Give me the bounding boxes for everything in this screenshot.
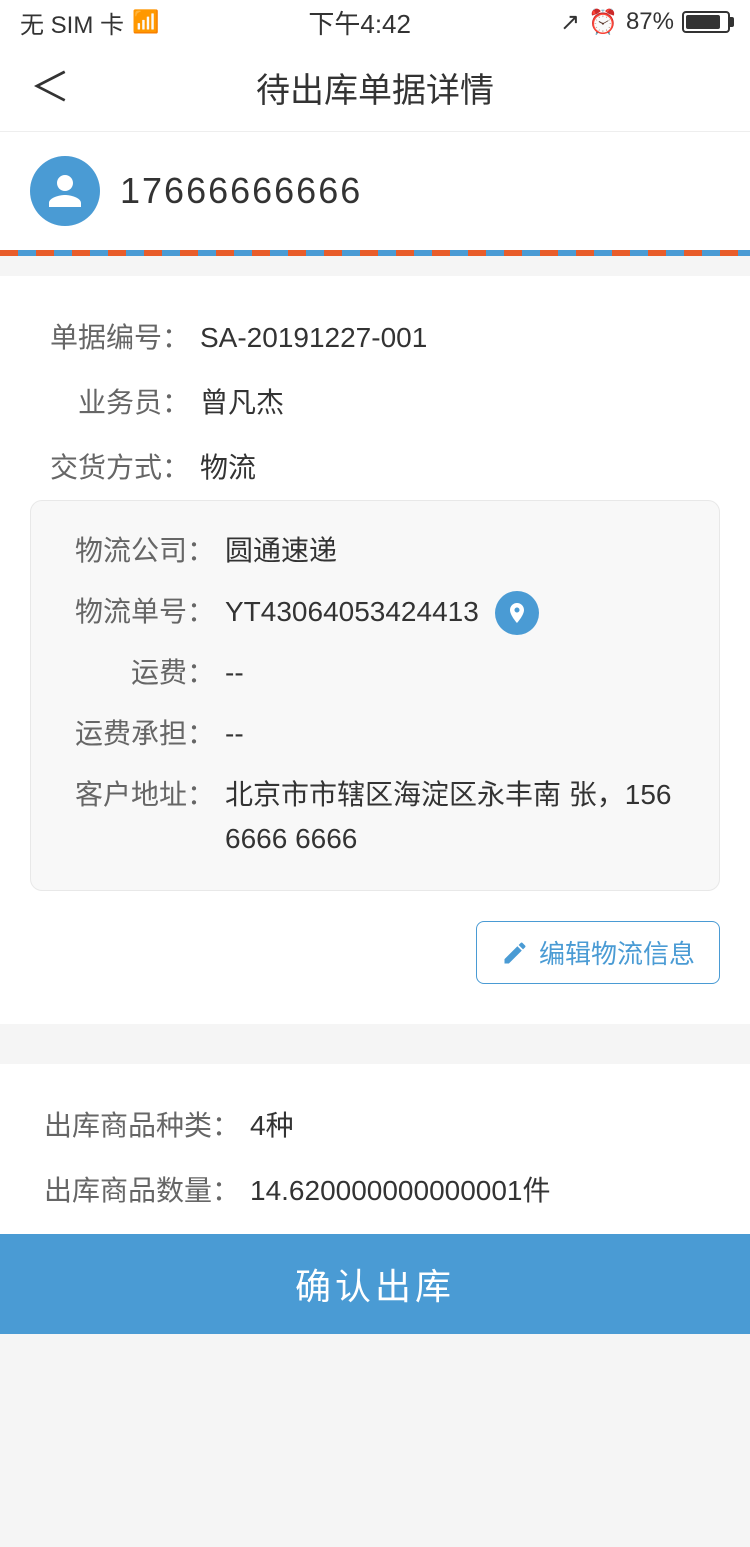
user-section: 17666666666 xyxy=(0,132,750,250)
wifi-icon: 📶 xyxy=(132,9,159,35)
goods-quantity-label: 出库商品数量： xyxy=(30,1169,240,1214)
status-time: 下午4:42 xyxy=(308,4,411,41)
confirm-button[interactable]: 确认出库 xyxy=(295,1258,455,1310)
freight-value: -- xyxy=(225,651,695,696)
address-row: 客户地址： 北京市市辖区海淀区永丰南 张，156 6666 6666 xyxy=(31,765,719,871)
dashed-divider xyxy=(0,250,750,256)
carrier-label: 无 SIM 卡 xyxy=(20,5,124,40)
nav-bar: ＜ 待出库单据详情 xyxy=(0,44,750,132)
doc-number-row: 单据编号： SA-20191227-001 xyxy=(0,306,750,371)
logistics-company-label: 物流公司： xyxy=(55,529,215,574)
logistics-card: 物流公司： 圆通速递 物流单号： YT43064053424413 运费： --… xyxy=(30,500,720,891)
goods-quantity-value: 14.620000000000001件 xyxy=(250,1169,720,1214)
tracking-row: YT43064053424413 xyxy=(215,590,539,635)
confirm-button-area[interactable]: 确认出库 xyxy=(0,1234,750,1334)
logistics-tracking-label: 物流单号： xyxy=(55,590,215,635)
freight-bear-label: 运费承担： xyxy=(55,712,215,757)
status-right: ↗ ⏰ 87% xyxy=(560,8,730,37)
freight-row: 运费： -- xyxy=(31,643,719,704)
bottom-spacer xyxy=(0,1327,750,1547)
goods-types-value: 4种 xyxy=(250,1104,720,1149)
delivery-label: 交货方式： xyxy=(30,446,190,491)
goods-quantity-row: 出库商品数量： 14.620000000000001件 xyxy=(0,1159,750,1224)
document-section: 单据编号： SA-20191227-001 业务员： 曾凡杰 交货方式： 物流 … xyxy=(0,276,750,1024)
tracking-location-button[interactable] xyxy=(495,591,539,635)
logistics-tracking-value: YT43064053424413 xyxy=(225,590,479,635)
delivery-value: 物流 xyxy=(200,446,720,491)
goods-types-row: 出库商品种类： 4种 xyxy=(0,1094,750,1159)
edit-logistics-area: 编辑物流信息 xyxy=(0,911,750,994)
goods-types-label: 出库商品种类： xyxy=(30,1104,240,1149)
alarm-icon: ⏰ xyxy=(588,8,618,37)
address-label: 客户地址： xyxy=(55,773,215,818)
avatar xyxy=(30,156,100,226)
battery-icon xyxy=(682,11,730,33)
address-value: 北京市市辖区海淀区永丰南 张，156 6666 6666 xyxy=(225,773,695,863)
status-left: 无 SIM 卡 📶 xyxy=(20,5,159,40)
staff-label: 业务员： xyxy=(30,381,190,426)
location-status-icon: ↗ xyxy=(560,8,580,37)
staff-row: 业务员： 曾凡杰 xyxy=(0,371,750,436)
section-divider-1 xyxy=(0,1024,750,1044)
doc-number-label: 单据编号： xyxy=(30,316,190,361)
delivery-row: 交货方式： 物流 xyxy=(0,436,750,501)
edit-logistics-button[interactable]: 编辑物流信息 xyxy=(476,921,720,984)
freight-label: 运费： xyxy=(55,651,215,696)
page-title: 待出库单据详情 xyxy=(256,63,494,112)
logistics-company-row: 物流公司： 圆通速递 xyxy=(31,521,719,582)
user-phone: 17666666666 xyxy=(120,170,362,212)
battery-label: 87% xyxy=(626,8,674,36)
freight-bear-row: 运费承担： -- xyxy=(31,704,719,765)
status-bar: 无 SIM 卡 📶 下午4:42 ↗ ⏰ 87% xyxy=(0,0,750,44)
logistics-tracking-row: 物流单号： YT43064053424413 xyxy=(31,582,719,643)
person-icon xyxy=(45,171,85,211)
logistics-company-value: 圆通速递 xyxy=(225,529,695,574)
map-pin-icon xyxy=(505,601,529,625)
staff-value: 曾凡杰 xyxy=(200,381,720,426)
doc-number-value: SA-20191227-001 xyxy=(200,316,720,361)
back-button[interactable]: ＜ xyxy=(30,68,70,108)
edit-icon xyxy=(501,939,529,967)
freight-bear-value: -- xyxy=(225,712,695,757)
